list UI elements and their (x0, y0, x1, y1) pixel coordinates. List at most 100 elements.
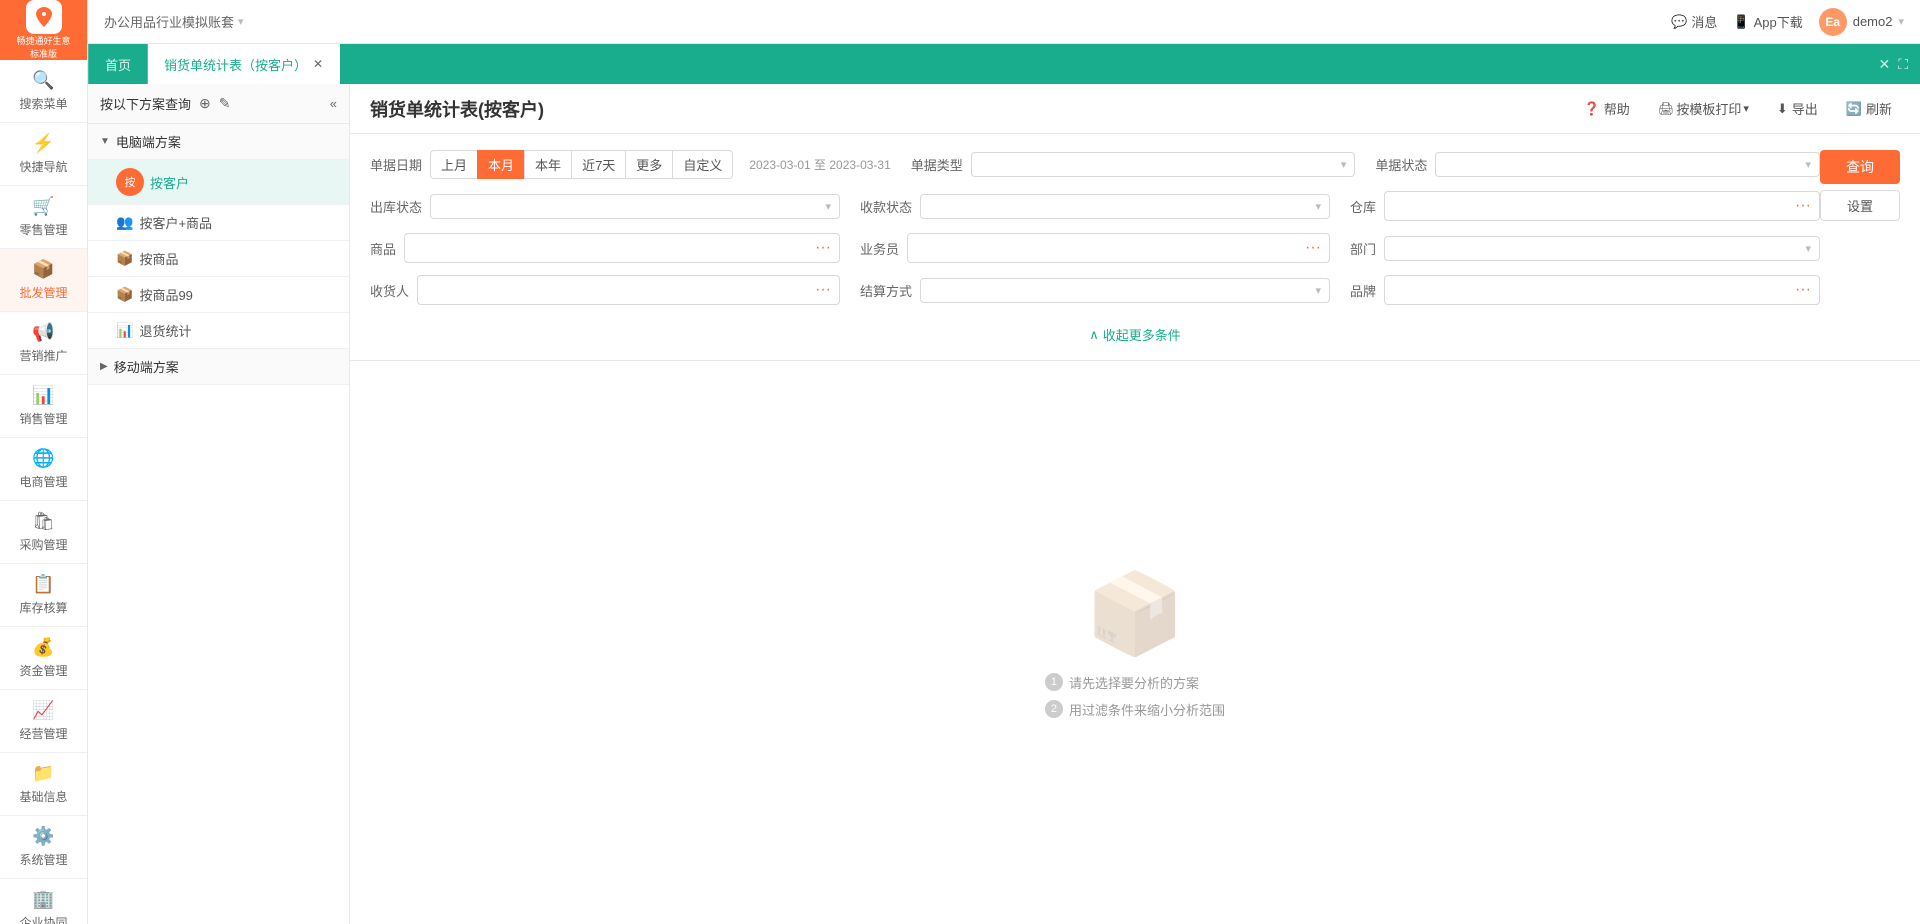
scheme-group-mobile-label: 移动端方案 (114, 357, 179, 376)
query-button[interactable]: 查询 (1820, 150, 1900, 184)
sidebar-item-finance[interactable]: 💰 资金管理 (0, 627, 88, 690)
settings-button[interactable]: 设置 (1820, 190, 1900, 221)
sidebar-item-sys[interactable]: ⚙️ 系统管理 (0, 816, 88, 879)
scheme-item-by-cust-goods[interactable]: 👥 按客户+商品 (88, 205, 349, 241)
scheme-edit-btn[interactable]: ✎ (219, 95, 231, 112)
sidebar-item-corp[interactable]: 🏢 企业协同 (0, 879, 88, 924)
industry-selector[interactable]: 办公用品行业模拟账套 ▾ (104, 12, 244, 31)
receiver-input[interactable]: ··· (417, 275, 840, 305)
sidebar-item-stock[interactable]: 📋 库存核算 (0, 564, 88, 627)
wholesale-icon: 📦 (32, 259, 54, 280)
doc-type-chevron: ▾ (1341, 158, 1347, 171)
doc-type-input[interactable]: ▾ (971, 152, 1356, 177)
export-btn[interactable]: ⬇ 导出 (1769, 95, 1826, 122)
collapse-bar[interactable]: ∧ 收起更多条件 (370, 317, 1900, 352)
refresh-btn[interactable]: 🔄 刷新 (1838, 95, 1900, 122)
refresh-icon: 🔄 (1846, 101, 1862, 117)
sidebar-item-wholesale[interactable]: 📦 批发管理 (0, 249, 88, 312)
sidebar-item-basic[interactable]: 📁 基础信息 (0, 753, 88, 816)
tab-home[interactable]: 首页 (88, 44, 148, 84)
sidebar-item-purchase[interactable]: 🛍 采购管理 (0, 501, 88, 564)
quick-icon: ⚡ (32, 133, 54, 154)
logo-name: 畅捷通好生意 (16, 36, 70, 47)
salesperson-input[interactable]: ··· (907, 233, 1330, 263)
print-btn[interactable]: 🖨 按模板打印 ▾ (1650, 95, 1757, 122)
message-label: 消息 (1691, 12, 1717, 31)
sidebar-label-stock: 库存核算 (19, 599, 67, 616)
receive-status-input[interactable]: ▾ (920, 194, 1330, 219)
goods-input[interactable]: ··· (404, 233, 840, 263)
tab-close-icon[interactable]: ✕ (313, 57, 323, 71)
marketing-icon: 📢 (32, 322, 54, 343)
username: demo2 (1853, 14, 1893, 29)
date-btn-this-month[interactable]: 本月 (477, 150, 524, 179)
date-btn-7days[interactable]: 近7天 (571, 150, 625, 179)
scheme-group-mobile-header[interactable]: ▶ 移动端方案 (88, 349, 349, 385)
out-status-chevron: ▾ (825, 200, 831, 213)
filter-field-department: 部门 ▾ (1350, 236, 1820, 261)
settlement-label: 结算方式 (860, 281, 912, 300)
logo-icon (26, 0, 62, 34)
scheme-add-btn[interactable]: ⊕ (199, 95, 211, 112)
scheme-collapse-btn[interactable]: « (330, 96, 337, 111)
sidebar-item-ops[interactable]: 📈 经营管理 (0, 690, 88, 753)
scheme-item-by-goods[interactable]: 📦 按商品 (88, 241, 349, 277)
brand-input[interactable]: ··· (1384, 275, 1820, 305)
date-btn-more[interactable]: 更多 (625, 150, 672, 179)
sidebar-item-ecom[interactable]: 🌐 电商管理 (0, 438, 88, 501)
scheme-item-icon-cust-goods: 👥 (116, 214, 133, 231)
scheme-item-label-goods99: 按商品99 (139, 285, 192, 304)
scheme-item-by-goods99[interactable]: 📦 按商品99 (88, 277, 349, 313)
filter-row-3: 商品 ··· 业务员 ··· (370, 233, 1820, 263)
date-btn-custom[interactable]: 自定义 (672, 150, 733, 179)
help-btn[interactable]: ❓ 帮助 (1576, 95, 1638, 122)
settlement-input[interactable]: ▾ (920, 278, 1330, 303)
scheme-item-icon-return: 📊 (116, 322, 133, 339)
user-btn[interactable]: Ea demo2 ▾ (1819, 8, 1904, 36)
page-content: 按以下方案查询 ⊕ ✎ « ▼ 电脑端方案 按 按客户 👥 (88, 84, 1920, 924)
sidebar-item-retail[interactable]: 🛒 零售管理 (0, 186, 88, 249)
tab-sales-stat[interactable]: 销货单统计表（按客户） ✕ (148, 44, 340, 84)
ops-icon: 📈 (32, 700, 54, 721)
receiver-dots: ··· (815, 281, 831, 299)
date-btn-this-year[interactable]: 本年 (524, 150, 571, 179)
main-area: 办公用品行业模拟账套 ▾ 💬 消息 📱 App下载 Ea demo2 ▾ (88, 0, 1920, 924)
doc-status-label: 单据状态 (1375, 155, 1427, 174)
scheme-group-desktop: ▼ 电脑端方案 按 按客户 👥 按客户+商品 📦 按商品 (88, 124, 349, 349)
sidebar-label-corp: 企业协同 (19, 914, 67, 924)
tab-maximize-btn[interactable]: ⛶ (1898, 56, 1908, 73)
out-status-input[interactable]: ▾ (430, 194, 840, 219)
scheme-item-icon-goods: 📦 (116, 250, 133, 267)
sidebar-item-search[interactable]: 🔍 搜索菜单 (0, 60, 88, 123)
sidebar-item-sales[interactable]: 📊 销售管理 (0, 375, 88, 438)
sidebar-label-sys: 系统管理 (19, 851, 67, 868)
scheme-item-label-customer: 按客户 (150, 173, 189, 192)
right-content: 销货单统计表(按客户) ❓ 帮助 🖨 按模板打印 ▾ ⬇ 导出 (350, 84, 1920, 924)
sales-icon: 📊 (32, 385, 54, 406)
scheme-item-return-stat[interactable]: 📊 退货统计 (88, 313, 349, 349)
sidebar: 畅捷通好生意 标准版 🔍 搜索菜单 ⚡ 快捷导航 🛒 零售管理 📦 批发管理 📢… (0, 0, 88, 924)
scheme-item-by-customer[interactable]: 按 按客户 (88, 160, 349, 205)
sidebar-item-quick[interactable]: ⚡ 快捷导航 (0, 123, 88, 186)
out-status-label: 出库状态 (370, 197, 422, 216)
scheme-group-desktop-header[interactable]: ▼ 电脑端方案 (88, 124, 349, 160)
date-btn-last-month[interactable]: 上月 (430, 150, 477, 179)
filter-field-salesperson: 业务员 ··· (860, 233, 1330, 263)
app-download-btn[interactable]: 📱 App下载 (1733, 12, 1802, 31)
salesperson-label: 业务员 (860, 239, 899, 258)
filter-field-doc-status: 单据状态 ▾ (1375, 152, 1820, 177)
search-icon: 🔍 (32, 70, 54, 91)
collapse-label: 收起更多条件 (1103, 325, 1181, 344)
topbar-right: 💬 消息 📱 App下载 Ea demo2 ▾ (1671, 8, 1904, 36)
scheme-item-icon-goods99: 📦 (116, 286, 133, 303)
message-btn[interactable]: 💬 消息 (1671, 12, 1717, 31)
department-input[interactable]: ▾ (1384, 236, 1820, 261)
goods-dots: ··· (815, 239, 831, 257)
warehouse-input[interactable]: ··· (1384, 191, 1820, 221)
topbar-left: 办公用品行业模拟账套 ▾ (104, 12, 1659, 31)
sidebar-item-marketing[interactable]: 📢 营销推广 (0, 312, 88, 375)
doc-status-input[interactable]: ▾ (1435, 152, 1820, 177)
tab-close-all-btn[interactable]: ✕ (1878, 56, 1890, 73)
empty-icon: 📦 (1085, 567, 1185, 661)
doc-type-label: 单据类型 (911, 155, 963, 174)
